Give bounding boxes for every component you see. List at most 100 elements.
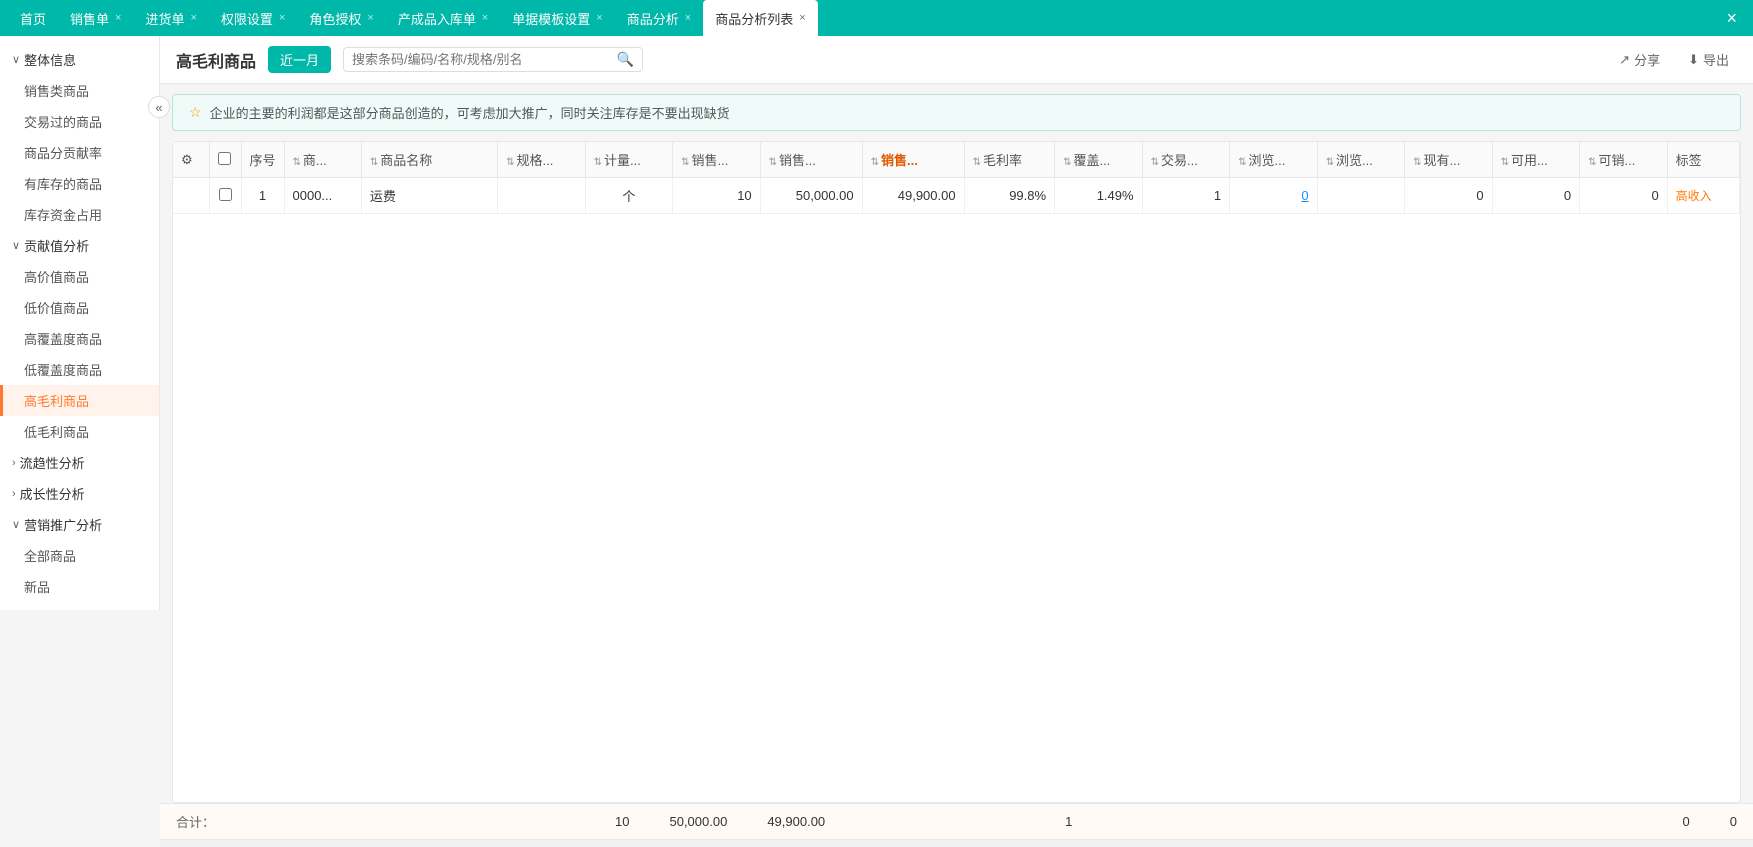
col-trade[interactable]: ⇅交易... bbox=[1142, 142, 1230, 178]
cell-current-stock: 0 bbox=[1405, 178, 1493, 214]
close-icon[interactable]: × bbox=[596, 12, 602, 24]
page-title: 高毛利商品 bbox=[176, 48, 256, 72]
cell-view2 bbox=[1317, 178, 1405, 214]
nav-item-product-in[interactable]: 产成品入库单 × bbox=[386, 0, 500, 36]
col-coverage[interactable]: ⇅覆盖... bbox=[1055, 142, 1143, 178]
close-icon[interactable]: × bbox=[279, 12, 285, 24]
data-table-container: ⚙ 序号 ⇅商... ⇅商品名称 ⇅规格... ⇅计量... ⇅销售... ⇅销… bbox=[172, 141, 1741, 803]
close-icon[interactable]: × bbox=[115, 12, 121, 24]
table-header-row: ⚙ 序号 ⇅商... ⇅商品名称 ⇅规格... ⇅计量... ⇅销售... ⇅销… bbox=[173, 142, 1740, 178]
horizontal-scrollbar[interactable] bbox=[160, 839, 1753, 847]
sidebar-item-high-value[interactable]: 高价值商品 bbox=[0, 261, 159, 292]
sidebar-section-overall[interactable]: ∨ 整体信息 bbox=[0, 44, 159, 75]
cell-settings bbox=[173, 178, 209, 214]
cell-trade: 1 bbox=[1142, 178, 1230, 214]
sidebar-item-all-goods[interactable]: 全部商品 bbox=[0, 540, 159, 571]
nav-item-analysis-list[interactable]: 商品分析列表 × bbox=[703, 0, 817, 36]
col-index: 序号 bbox=[241, 142, 284, 178]
tip-icon: ☆ bbox=[189, 104, 202, 121]
cell-sales-cost: 49,900.00 bbox=[862, 178, 964, 214]
sidebar-item-low-coverage[interactable]: 低覆盖度商品 bbox=[0, 354, 159, 385]
search-input[interactable] bbox=[352, 52, 617, 67]
sidebar-section-growth[interactable]: › 成长性分析 bbox=[0, 478, 159, 509]
sidebar-section-contribution[interactable]: ∨ 贡献值分析 bbox=[0, 230, 159, 261]
col-code[interactable]: ⇅商... bbox=[284, 142, 361, 178]
sidebar-item-new-goods[interactable]: 新品 bbox=[0, 571, 159, 602]
cell-tag: 高收入 bbox=[1667, 178, 1739, 214]
sidebar-collapse-button[interactable]: « bbox=[148, 96, 170, 118]
nav-item-purchase[interactable]: 进货单 × bbox=[133, 0, 208, 36]
footer-sales-qty: 10 bbox=[615, 814, 629, 829]
sidebar-item-high-margin[interactable]: 高毛利商品 bbox=[0, 385, 159, 416]
sidebar-item-in-stock[interactable]: 有库存的商品 bbox=[0, 168, 159, 199]
close-icon[interactable]: × bbox=[190, 12, 196, 24]
col-sales-amount[interactable]: ⇅销售... bbox=[760, 142, 862, 178]
filter-period-button[interactable]: 近一月 bbox=[268, 46, 331, 73]
close-icon[interactable]: × bbox=[367, 12, 373, 24]
sidebar-item-stock-capital[interactable]: 库存资金占用 bbox=[0, 199, 159, 230]
cell-coverage: 1.49% bbox=[1055, 178, 1143, 214]
sidebar-item-traded-goods[interactable]: 交易过的商品 bbox=[0, 106, 159, 137]
expand-icon: ∨ bbox=[12, 239, 20, 252]
footer-available: 0 bbox=[1730, 814, 1737, 829]
cell-checkbox bbox=[209, 178, 241, 214]
close-icon[interactable]: × bbox=[482, 12, 488, 24]
footer-trade: 1 bbox=[1065, 814, 1072, 829]
cell-spec bbox=[498, 178, 586, 214]
top-navigation: 首页 销售单 × 进货单 × 权限设置 × 角色授权 × 产成品入库单 × 单据… bbox=[0, 0, 1753, 36]
close-all-button[interactable]: × bbox=[1718, 8, 1745, 29]
select-all-checkbox[interactable] bbox=[218, 152, 231, 165]
content-area: 高毛利商品 近一月 🔍 ↗ 分享 ⬇ 导出 ☆ 企业的主要的利润都是这部分商品创… bbox=[160, 36, 1753, 847]
col-settings[interactable]: ⚙ bbox=[173, 142, 209, 178]
col-checkbox bbox=[209, 142, 241, 178]
expand-icon: › bbox=[12, 457, 16, 469]
sidebar-item-sales-goods[interactable]: 销售类商品 bbox=[0, 75, 159, 106]
cell-unit: 个 bbox=[585, 178, 673, 214]
nav-item-sales[interactable]: 销售单 × bbox=[58, 0, 133, 36]
nav-item-analysis[interactable]: 商品分析 × bbox=[615, 0, 703, 36]
cell-name: 运费 bbox=[361, 178, 497, 214]
col-tag: 标签 bbox=[1667, 142, 1739, 178]
data-table: ⚙ 序号 ⇅商... ⇅商品名称 ⇅规格... ⇅计量... ⇅销售... ⇅销… bbox=[173, 142, 1740, 214]
col-available[interactable]: ⇅可用... bbox=[1492, 142, 1580, 178]
close-icon[interactable]: × bbox=[799, 12, 805, 24]
cell-available: 0 bbox=[1492, 178, 1580, 214]
search-icon[interactable]: 🔍 bbox=[617, 51, 634, 68]
col-current-stock[interactable]: ⇅现有... bbox=[1405, 142, 1493, 178]
cell-saleable: 0 bbox=[1580, 178, 1668, 214]
footer-sales-cost: 49,900.00 bbox=[767, 814, 825, 829]
share-button[interactable]: ↗ 分享 bbox=[1611, 46, 1668, 73]
sidebar-item-low-value[interactable]: 低价值商品 bbox=[0, 292, 159, 323]
row-checkbox[interactable] bbox=[219, 188, 232, 201]
col-saleable[interactable]: ⇅可销... bbox=[1580, 142, 1668, 178]
nav-item-permissions[interactable]: 权限设置 × bbox=[209, 0, 297, 36]
nav-item-roles[interactable]: 角色授权 × bbox=[297, 0, 385, 36]
col-gross-margin[interactable]: ⇅毛利率 bbox=[964, 142, 1054, 178]
cell-gross-margin: 99.8% bbox=[964, 178, 1054, 214]
sidebar-section-trend[interactable]: › 流趋性分析 bbox=[0, 447, 159, 478]
sidebar-item-low-margin[interactable]: 低毛利商品 bbox=[0, 416, 159, 447]
col-unit[interactable]: ⇅计量... bbox=[585, 142, 673, 178]
nav-item-template[interactable]: 单据模板设置 × bbox=[500, 0, 614, 36]
export-button[interactable]: ⬇ 导出 bbox=[1680, 46, 1737, 73]
tip-bar: ☆ 企业的主要的利润都是这部分商品创造的，可考虑加大推广，同时关注库存是不要出现… bbox=[172, 94, 1741, 131]
col-sales-qty[interactable]: ⇅销售... bbox=[673, 142, 761, 178]
footer-totals: 合计： 10 50,000.00 49,900.00 1 0 0 bbox=[160, 803, 1753, 839]
sidebar: ∨ 整体信息 销售类商品 交易过的商品 商品分贡献率 有库存的商品 库存资金占用… bbox=[0, 36, 160, 610]
sidebar-item-high-coverage[interactable]: 高覆盖度商品 bbox=[0, 323, 159, 354]
footer-sales-amount: 50,000.00 bbox=[669, 814, 727, 829]
col-name[interactable]: ⇅商品名称 bbox=[361, 142, 497, 178]
col-view2[interactable]: ⇅浏览... bbox=[1317, 142, 1405, 178]
close-icon[interactable]: × bbox=[685, 12, 691, 24]
col-spec[interactable]: ⇅规格... bbox=[498, 142, 586, 178]
search-box: 🔍 bbox=[343, 47, 643, 72]
share-icon: ↗ bbox=[1619, 52, 1630, 68]
col-sales-cost[interactable]: ⇅销售... bbox=[862, 142, 964, 178]
nav-item-home[interactable]: 首页 bbox=[8, 0, 58, 36]
col-view1[interactable]: ⇅浏览... bbox=[1230, 142, 1318, 178]
expand-icon: ∨ bbox=[12, 518, 20, 531]
sidebar-section-marketing[interactable]: ∨ 营销推广分析 bbox=[0, 509, 159, 540]
sidebar-item-contribution[interactable]: 商品分贡献率 bbox=[0, 137, 159, 168]
cell-view1[interactable]: 0 bbox=[1230, 178, 1318, 214]
cell-index: 1 bbox=[241, 178, 284, 214]
